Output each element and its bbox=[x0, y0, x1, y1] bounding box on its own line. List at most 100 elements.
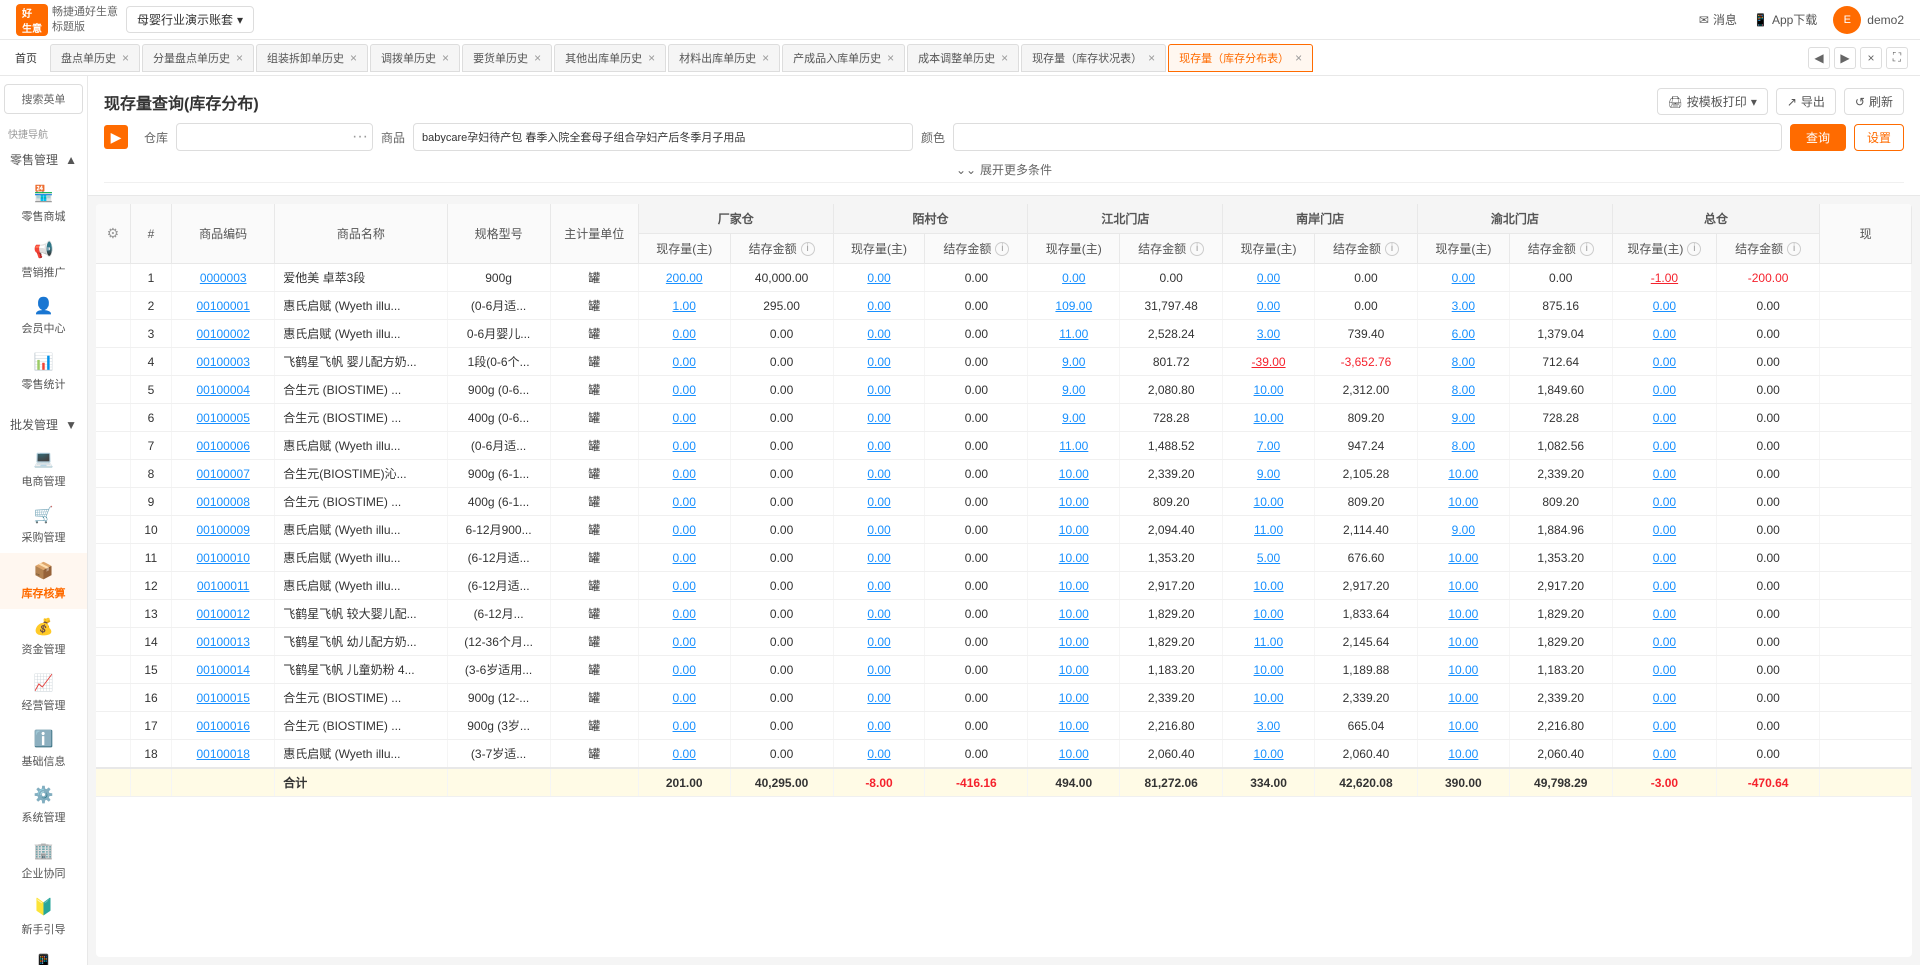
f-qty-link[interactable]: 0.00 bbox=[673, 663, 696, 677]
na-qty-link[interactable]: 0.00 bbox=[1257, 299, 1280, 313]
yb-qty-link[interactable]: 10.00 bbox=[1448, 579, 1478, 593]
tab-close-icon[interactable]: × bbox=[122, 51, 129, 65]
tab-combo[interactable]: 组装拆卸单历史 × bbox=[256, 44, 368, 72]
sidebar-item-operations[interactable]: 📈 经营管理 bbox=[0, 665, 87, 721]
search-single-btn[interactable]: 搜索英单 bbox=[4, 84, 83, 114]
jb-qty-link[interactable]: 9.00 bbox=[1062, 355, 1085, 369]
tab-close-icon[interactable]: × bbox=[236, 51, 243, 65]
sidebar-item-basic-info[interactable]: ℹ️ 基础信息 bbox=[0, 721, 87, 777]
jb-qty-link[interactable]: 10.00 bbox=[1059, 691, 1089, 705]
m-qty-link[interactable]: 0.00 bbox=[867, 691, 890, 705]
jb-qty-link[interactable]: 9.00 bbox=[1062, 383, 1085, 397]
na-qty-link[interactable]: 10.00 bbox=[1254, 495, 1284, 509]
yb-qty-link[interactable]: 6.00 bbox=[1452, 327, 1475, 341]
yb-qty-link[interactable]: 10.00 bbox=[1448, 635, 1478, 649]
m-qty-link[interactable]: 0.00 bbox=[867, 439, 890, 453]
f-qty-link[interactable]: 0.00 bbox=[673, 579, 696, 593]
na-qty-link[interactable]: 9.00 bbox=[1257, 467, 1280, 481]
total-qty-link[interactable]: 0.00 bbox=[1653, 383, 1676, 397]
tab-material-out[interactable]: 材料出库单历史 × bbox=[668, 44, 780, 72]
jb-qty-link[interactable]: 109.00 bbox=[1055, 299, 1092, 313]
yb-qty-link[interactable]: 10.00 bbox=[1448, 719, 1478, 733]
total-qty-link[interactable]: 0.00 bbox=[1653, 579, 1676, 593]
color-field[interactable] bbox=[954, 130, 1134, 144]
m-qty-link[interactable]: 0.00 bbox=[867, 663, 890, 677]
na-qty-link[interactable]: 10.00 bbox=[1254, 411, 1284, 425]
m-qty-link[interactable]: 0.00 bbox=[867, 579, 890, 593]
yb-qty-link[interactable]: 0.00 bbox=[1452, 271, 1475, 285]
code-link[interactable]: 00100016 bbox=[196, 719, 249, 733]
settings-btn[interactable]: 设置 bbox=[1854, 124, 1904, 151]
m-qty-link[interactable]: 0.00 bbox=[867, 551, 890, 565]
jb-qty-link[interactable]: 10.00 bbox=[1059, 635, 1089, 649]
f-qty-link[interactable]: 0.00 bbox=[673, 411, 696, 425]
yb-qty-link[interactable]: 8.00 bbox=[1452, 355, 1475, 369]
sidebar-item-retail-shop[interactable]: 🏪 零售商城 bbox=[0, 176, 87, 232]
tab-cost-adjust[interactable]: 成本调整单历史 × bbox=[907, 44, 1019, 72]
yb-qty-link[interactable]: 8.00 bbox=[1452, 439, 1475, 453]
sidebar-item-purchase[interactable]: 🛒 采购管理 bbox=[0, 497, 87, 553]
f-qty-link[interactable]: 0.00 bbox=[673, 383, 696, 397]
total-qty-link[interactable]: 0.00 bbox=[1653, 467, 1676, 481]
code-link[interactable]: 00100009 bbox=[196, 523, 249, 537]
f-qty-link[interactable]: 0.00 bbox=[673, 719, 696, 733]
tab-close-icon[interactable]: × bbox=[534, 51, 541, 65]
tab-stock-status[interactable]: 现存量（库存状况表） × bbox=[1021, 44, 1166, 72]
na-qty-link[interactable]: 0.00 bbox=[1257, 271, 1280, 285]
tab-next-btn[interactable]: ▶ bbox=[1834, 47, 1856, 69]
total-qty-link[interactable]: 0.00 bbox=[1653, 747, 1676, 761]
f-qty-link[interactable]: 0.00 bbox=[673, 607, 696, 621]
f-qty-link[interactable]: 1.00 bbox=[673, 299, 696, 313]
tab-adjust[interactable]: 调拨单历史 × bbox=[370, 44, 460, 72]
color-input[interactable] bbox=[953, 123, 1782, 151]
code-link[interactable]: 00100008 bbox=[196, 495, 249, 509]
na-qty-link[interactable]: 10.00 bbox=[1254, 663, 1284, 677]
jb-qty-link[interactable]: 10.00 bbox=[1059, 579, 1089, 593]
jb-qty-link[interactable]: 10.00 bbox=[1059, 523, 1089, 537]
total-qty-link[interactable]: 0.00 bbox=[1653, 299, 1676, 313]
code-link[interactable]: 00100002 bbox=[196, 327, 249, 341]
m-qty-link[interactable]: 0.00 bbox=[867, 523, 890, 537]
code-link[interactable]: 00100007 bbox=[196, 467, 249, 481]
yb-qty-link[interactable]: 10.00 bbox=[1448, 467, 1478, 481]
tab-close-icon[interactable]: × bbox=[648, 51, 655, 65]
tab-close-icon[interactable]: × bbox=[1295, 51, 1302, 65]
total-qty-link[interactable]: 0.00 bbox=[1653, 719, 1676, 733]
f-qty-link[interactable]: 0.00 bbox=[673, 439, 696, 453]
total-qty-link[interactable]: 0.00 bbox=[1653, 327, 1676, 341]
tab-stock-dist[interactable]: 现存量（库存分布表） × bbox=[1168, 44, 1313, 72]
na-qty-link[interactable]: 10.00 bbox=[1254, 579, 1284, 593]
info-icon[interactable]: i bbox=[801, 242, 815, 256]
f-qty-link[interactable]: 0.00 bbox=[673, 523, 696, 537]
total-qty-link[interactable]: 0.00 bbox=[1653, 635, 1676, 649]
yb-qty-link[interactable]: 10.00 bbox=[1448, 551, 1478, 565]
table-container[interactable]: ⚙ # 商品编码 商品名称 规格型号 主计量单位 厂家仓 陌村仓 江北门店 南岸… bbox=[96, 204, 1912, 957]
tab-close-icon[interactable]: × bbox=[887, 51, 894, 65]
app-download-btn[interactable]: 📱 App下载 bbox=[1753, 11, 1817, 28]
total-qty-link[interactable]: 0.00 bbox=[1653, 663, 1676, 677]
f-qty-link[interactable]: 0.00 bbox=[673, 355, 696, 369]
m-qty-link[interactable]: 0.00 bbox=[867, 383, 890, 397]
product-field[interactable] bbox=[414, 131, 754, 143]
na-qty-link[interactable]: 10.00 bbox=[1254, 607, 1284, 621]
na-qty-link[interactable]: 11.00 bbox=[1254, 635, 1283, 649]
sidebar-item-marketing[interactable]: 📢 营销推广 bbox=[0, 232, 87, 288]
na-qty-link[interactable]: 3.00 bbox=[1257, 327, 1280, 341]
code-link[interactable]: 00100015 bbox=[196, 691, 249, 705]
code-link[interactable]: 0000003 bbox=[200, 271, 247, 285]
tab-close-icon[interactable]: × bbox=[1001, 51, 1008, 65]
gear-icon[interactable]: ⚙ bbox=[107, 225, 120, 241]
tab-close-icon[interactable]: × bbox=[350, 51, 357, 65]
info-icon[interactable]: i bbox=[1385, 242, 1399, 256]
f-qty-link[interactable]: 200.00 bbox=[666, 271, 703, 285]
yb-qty-link[interactable]: 8.00 bbox=[1452, 383, 1475, 397]
tab-close-icon[interactable]: × bbox=[1148, 51, 1155, 65]
warehouse-input[interactable]: ··· bbox=[176, 123, 373, 151]
jb-qty-link[interactable]: 11.00 bbox=[1059, 327, 1088, 341]
total-qty-link[interactable]: 0.00 bbox=[1653, 355, 1676, 369]
total-qty-link[interactable]: 0.00 bbox=[1653, 523, 1676, 537]
jb-qty-link[interactable]: 10.00 bbox=[1059, 663, 1089, 677]
product-input[interactable] bbox=[413, 123, 913, 151]
m-qty-link[interactable]: 0.00 bbox=[867, 747, 890, 761]
jb-qty-link[interactable]: 10.00 bbox=[1059, 495, 1089, 509]
